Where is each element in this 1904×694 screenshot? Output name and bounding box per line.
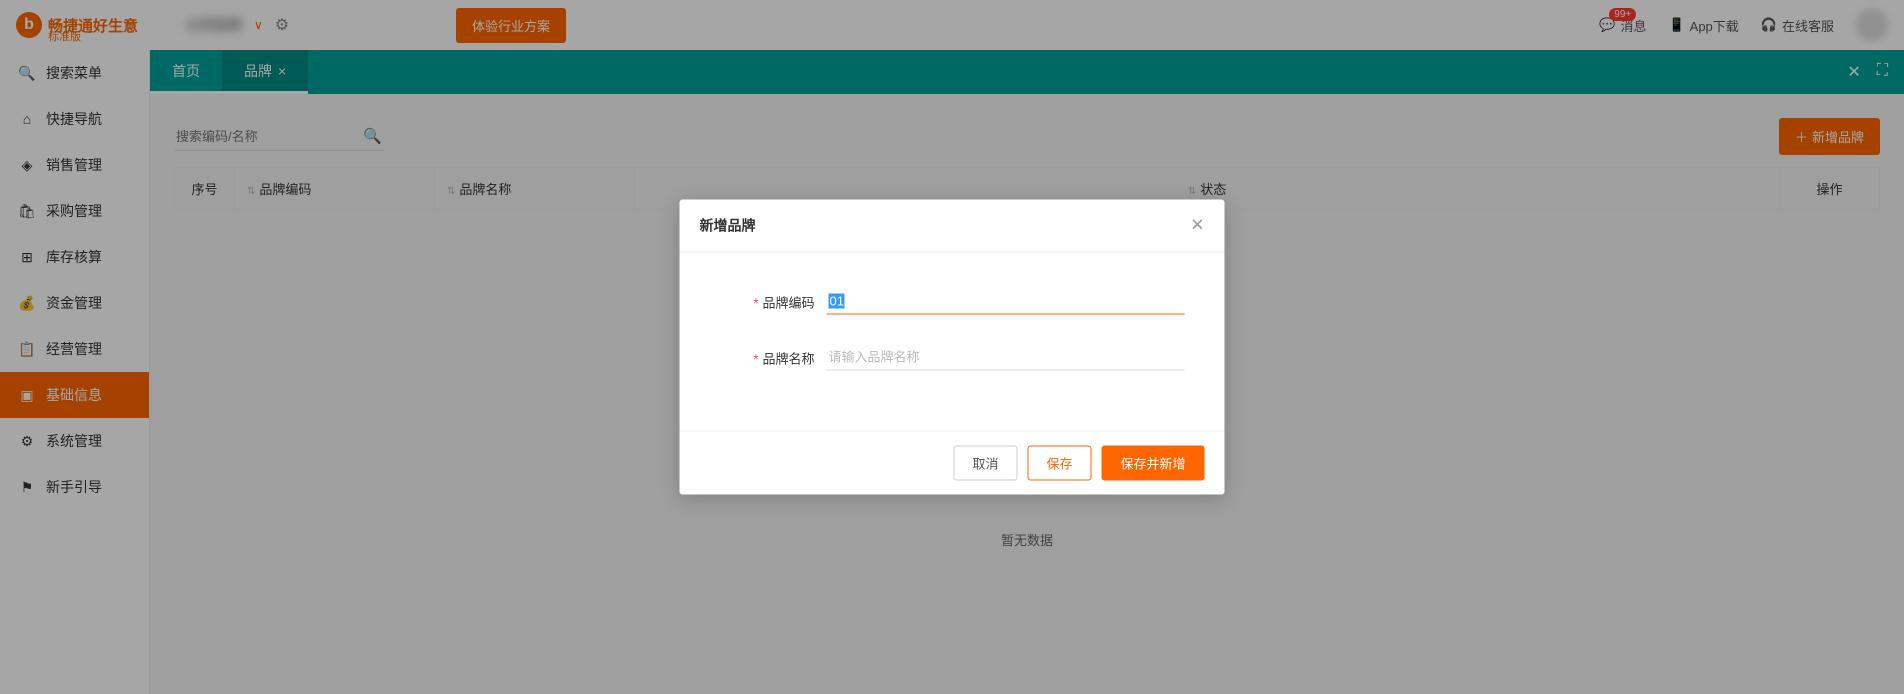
name-input[interactable] <box>827 345 1185 371</box>
modal-footer: 取消 保存 保存并新增 <box>680 431 1225 495</box>
modal-header: 新增品牌 ✕ <box>680 200 1225 253</box>
name-label: *品牌名称 <box>720 348 815 367</box>
form-row-code: *品牌编码 01 <box>720 289 1185 315</box>
cancel-button[interactable]: 取消 <box>953 446 1017 481</box>
code-value: 01 <box>829 294 845 309</box>
modal-body: *品牌编码 01 *品牌名称 <box>680 253 1225 431</box>
save-button[interactable]: 保存 <box>1027 446 1091 481</box>
add-brand-modal: 新增品牌 ✕ *品牌编码 01 *品牌名称 取消 保存 保存并新增 <box>680 200 1225 495</box>
modal-title: 新增品牌 <box>700 216 756 236</box>
code-input[interactable]: 01 <box>827 289 1185 315</box>
save-add-button[interactable]: 保存并新增 <box>1101 446 1204 481</box>
close-icon[interactable]: ✕ <box>1190 216 1204 236</box>
code-label: *品牌编码 <box>720 292 815 311</box>
form-row-name: *品牌名称 <box>720 345 1185 371</box>
